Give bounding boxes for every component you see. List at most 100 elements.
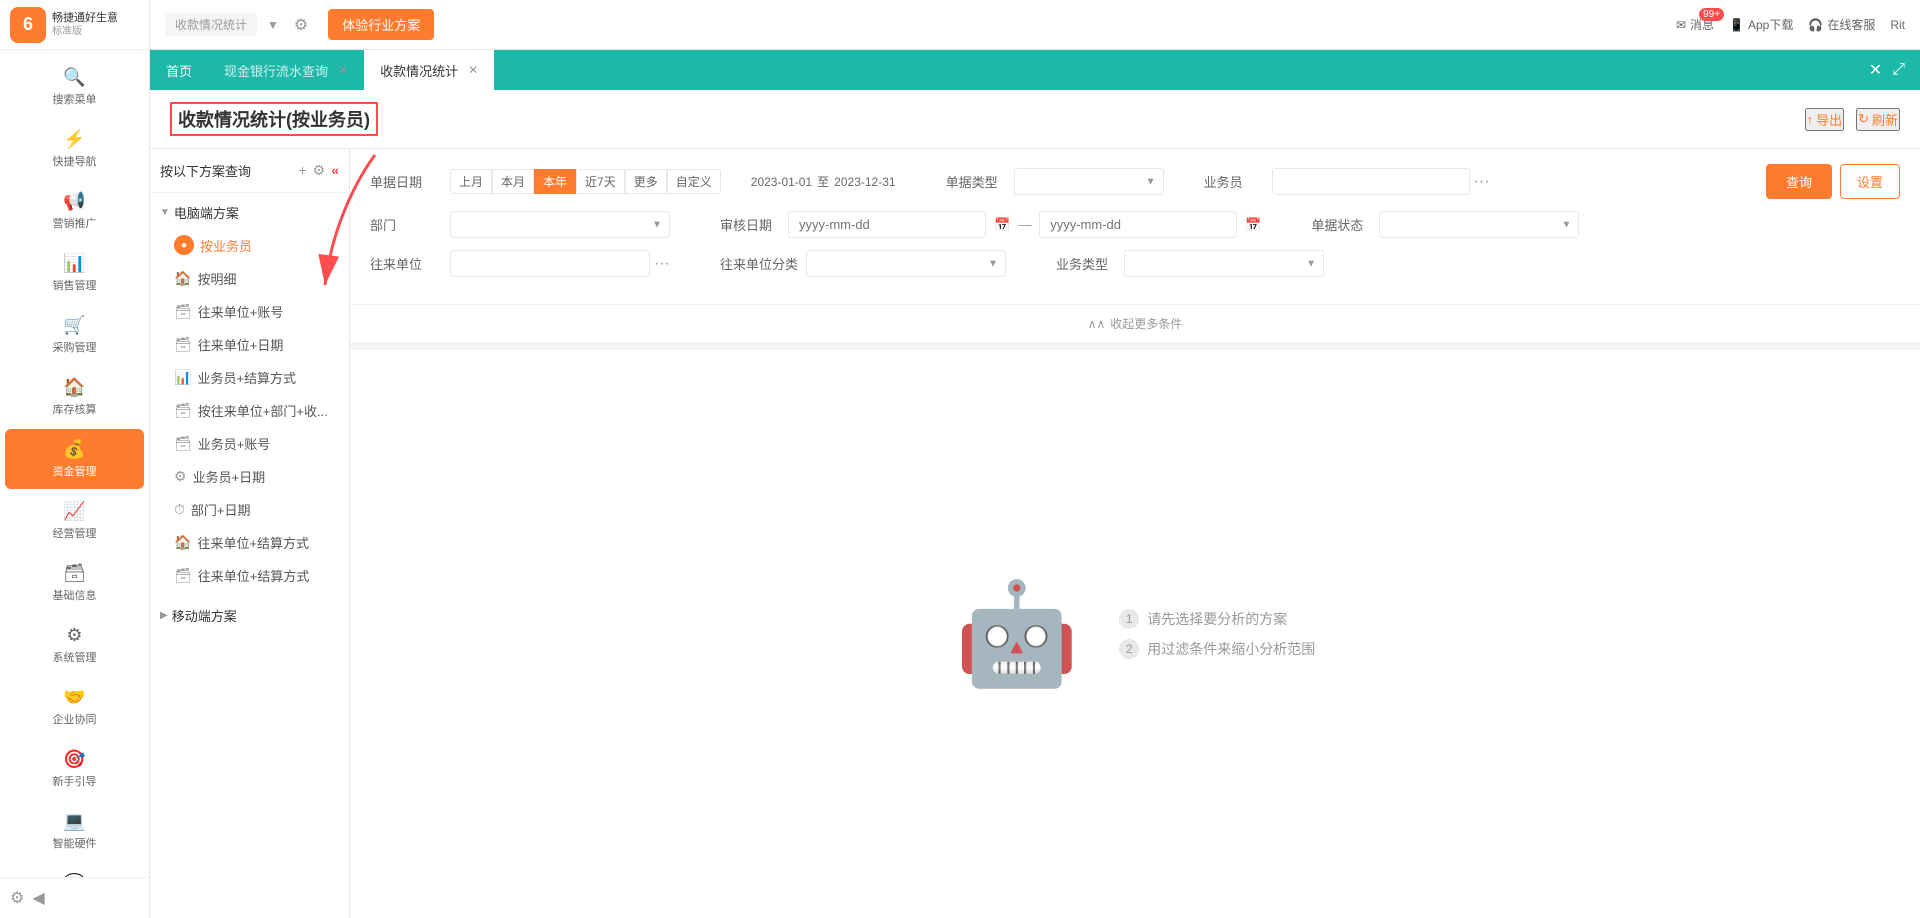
pc-group-header[interactable]: ▼ 电脑端方案	[150, 197, 349, 228]
query-button[interactable]: 查询	[1766, 164, 1832, 199]
date-tab-more[interactable]: 更多	[625, 169, 667, 194]
sidebar-item-search[interactable]: 🔍 搜索菜单	[5, 57, 144, 117]
audit-start-input[interactable]	[788, 211, 986, 238]
collapse-bottom-icon[interactable]: ◀	[32, 888, 44, 908]
logo-text: 畅捷通好生意 标准版	[52, 11, 118, 38]
app-download-button[interactable]: 📱 App下载	[1729, 16, 1793, 33]
newbie-icon: 🎯	[63, 749, 85, 770]
sidebar-item-sales[interactable]: 📊 销售管理	[5, 243, 144, 303]
date-tab-last-month[interactable]: 上月	[450, 169, 492, 194]
settings-bottom-icon[interactable]: ⚙	[10, 888, 24, 908]
date-range: 2023-01-01 至 2023-12-31	[751, 173, 896, 190]
mobile-group-header[interactable]: ▶ 移动端方案	[150, 600, 349, 631]
message-button[interactable]: ✉ 消息 99+	[1676, 16, 1714, 33]
expand-arrow-icon: ▼	[160, 207, 170, 218]
export-button[interactable]: ↑ 导出	[1805, 108, 1845, 131]
tab-home[interactable]: 首页	[150, 61, 208, 80]
active-dot: ●	[174, 235, 194, 255]
sidebar-item-marketing[interactable]: 📢 营销推广	[5, 181, 144, 241]
window-close-icon[interactable]: ✕	[1869, 60, 1882, 80]
page-title: 收款情况统计(按业务员)	[170, 102, 378, 136]
left-panel-header: 按以下方案查询 + ⚙ «	[150, 149, 349, 193]
calendar-start-icon[interactable]: 📅	[994, 217, 1010, 233]
tab-close-receipt[interactable]: ✕	[468, 63, 478, 77]
voucher-type-select[interactable]	[1014, 168, 1164, 195]
scheme-item-salesperson-date[interactable]: ⚙ 业务员+日期	[150, 460, 349, 493]
scheme-item-partner-settle2[interactable]: 🗃 往来单位+结算方式	[150, 559, 349, 592]
content-with-sidebar: 按以下方案查询 + ⚙ « ▼ 电脑端方案 ● 按业务员	[150, 149, 1920, 918]
sidebar-item-corp[interactable]: 🤝 企业协同	[5, 677, 144, 737]
dept-select-wrap	[450, 211, 670, 238]
partner-label: 往来单位	[370, 254, 430, 273]
scheme-item-salesperson-settle[interactable]: 📊 业务员+结算方式	[150, 361, 349, 394]
scheme-item-partner-account[interactable]: 🗃 往来单位+账号	[150, 295, 349, 328]
salesperson-date-icon: ⚙	[174, 468, 187, 485]
biz-type-select[interactable]	[1124, 250, 1324, 277]
date-tab-custom[interactable]: 自定义	[667, 169, 721, 194]
sidebar-item-basic[interactable]: 🗃 基础信息	[5, 553, 144, 613]
online-service-button[interactable]: 🎧 在线客服	[1808, 16, 1875, 33]
headset-icon: 🎧	[1808, 18, 1823, 32]
operation-icon: 📈	[63, 501, 85, 522]
sidebar-item-purchase[interactable]: 🛒 采购管理	[5, 305, 144, 365]
header-right: ✉ 消息 99+ 📱 App下载 🎧 在线客服 Rit	[1676, 16, 1905, 33]
filter-settings-button[interactable]: 设置	[1840, 164, 1900, 199]
quicknav-icon: ⚡	[63, 129, 85, 150]
collapse-bar[interactable]: ∧∧ 收起更多条件	[350, 304, 1920, 342]
sidebar-item-newbie[interactable]: 🎯 新手引导	[5, 739, 144, 799]
scheme-item-salesperson-account[interactable]: 🗃 业务员+账号	[150, 427, 349, 460]
chevron-down-icon[interactable]: ▼	[267, 18, 279, 32]
sidebar-item-finance[interactable]: 💰 资金管理	[5, 429, 144, 489]
date-tab-7days[interactable]: 近7天	[576, 169, 625, 194]
user-name[interactable]: Rit	[1890, 18, 1905, 32]
sidebar-item-hardware[interactable]: 💻 智能硬件	[5, 801, 144, 861]
refresh-button[interactable]: ↻ 刷新	[1856, 108, 1900, 131]
partner-dept-icon: 🗃	[174, 402, 192, 419]
date-tab-this-year[interactable]: 本年	[534, 169, 576, 194]
partner-category-select[interactable]	[806, 250, 1006, 277]
finance-icon: 💰	[63, 439, 85, 460]
sidebar-item-wechat[interactable]: 💬 企业微信	[5, 863, 144, 877]
salesperson-input[interactable]	[1272, 168, 1470, 195]
window-expand-icon[interactable]: ⤢	[1892, 61, 1905, 79]
collapse-panel-icon[interactable]: «	[331, 162, 339, 179]
tab-close-bank[interactable]: ✕	[338, 63, 348, 77]
partner-more-icon[interactable]: ···	[654, 255, 670, 273]
calendar-end-icon[interactable]: 📅	[1245, 217, 1261, 233]
detail-icon: 🏠	[174, 270, 191, 287]
date-tab-this-month[interactable]: 本月	[492, 169, 534, 194]
salesperson-settle-icon: 📊	[174, 369, 191, 386]
tab-bank-flow[interactable]: 现金银行流水查询 ✕	[208, 50, 364, 90]
main-area: 收款情况统计 ▼ ⚙ 体验行业方案 ✉ 消息 99+ 📱 App下载 🎧 在线客…	[150, 0, 1920, 918]
sidebar-item-inventory[interactable]: 🏠 库存核算	[5, 367, 144, 427]
scheme-item-partner-date[interactable]: 🗃 往来单位+日期	[150, 328, 349, 361]
tab-receipt-stats[interactable]: 收款情况统计 ✕	[364, 50, 494, 90]
scheme-item-salesperson[interactable]: ● 按业务员	[150, 228, 349, 262]
tip-text-2: 用过滤条件来缩小分析范围	[1147, 639, 1315, 659]
add-scheme-icon[interactable]: +	[298, 162, 306, 179]
trial-button[interactable]: 体验行业方案	[328, 9, 434, 40]
salesperson-account-icon: 🗃	[174, 435, 192, 452]
app-logo: 6 畅捷通好生意 标准版	[0, 0, 149, 50]
date-label: 单据日期	[370, 172, 430, 191]
scheme-item-detail[interactable]: 🏠 按明细	[150, 262, 349, 295]
filter-panel: 单据日期 上月 本月 本年 近7天 更多 自定义 2023-01-01 至	[350, 149, 1920, 304]
partner-input[interactable]	[450, 250, 650, 277]
audit-date-wrap: 审核日期 📅 — 📅	[720, 211, 1261, 238]
sidebar-item-operation[interactable]: 📈 经营管理	[5, 491, 144, 551]
scheme-item-partner-dept[interactable]: 🗃 按往来单位+部门+收...	[150, 394, 349, 427]
empty-tip-1: 1 请先选择要分析的方案	[1119, 609, 1315, 629]
audit-end-input[interactable]	[1039, 211, 1237, 238]
sidebar-item-system[interactable]: ⚙ 系统管理	[5, 615, 144, 675]
voucher-status-select[interactable]	[1379, 211, 1579, 238]
voucher-status-select-wrap	[1379, 211, 1579, 238]
gear-icon[interactable]: ⚙	[294, 15, 308, 35]
sidebar-item-quicknav[interactable]: ⚡ 快捷导航	[5, 119, 144, 179]
scheme-item-dept-date[interactable]: ⏱ 部门+日期	[150, 493, 349, 526]
scheme-item-partner-settle[interactable]: 🏠 往来单位+结算方式	[150, 526, 349, 559]
salesperson-more-icon[interactable]: ···	[1474, 173, 1490, 191]
scheme-label-salesperson: 按业务员	[200, 236, 252, 255]
page-title-actions: ↑ 导出 ↻ 刷新	[1805, 108, 1900, 131]
scheme-settings-icon[interactable]: ⚙	[313, 162, 326, 179]
dept-select[interactable]	[450, 211, 670, 238]
